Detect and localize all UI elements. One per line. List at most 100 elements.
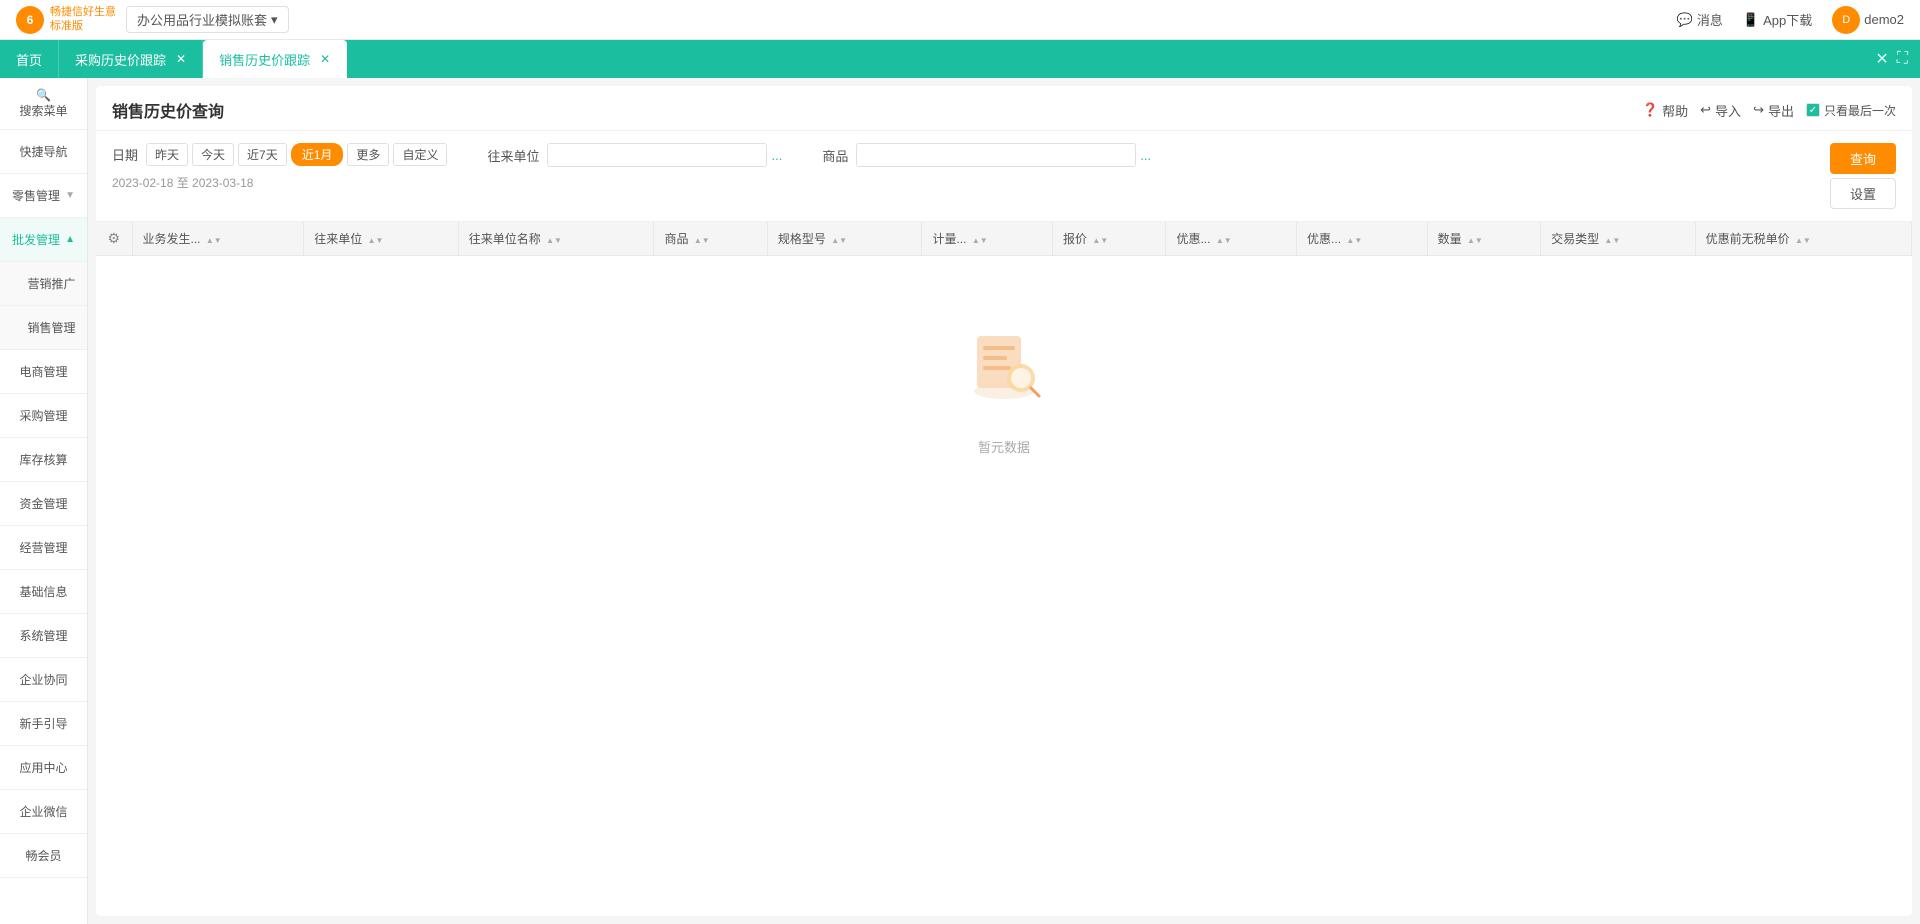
- tab-purchase-close-icon[interactable]: ✕: [176, 52, 186, 66]
- sort-icon: ▲▼: [694, 236, 710, 245]
- col-unit[interactable]: 计量... ▲▼: [922, 222, 1053, 256]
- partner-filter-group: 往来单位 ...: [487, 143, 782, 167]
- page-actions: ❓ 帮助 ↩ 导入 ↪ 导出 只看最后一次: [1642, 101, 1896, 120]
- minimize-icon[interactable]: ✕: [1875, 49, 1888, 69]
- sort-icon: ▲▼: [368, 236, 384, 245]
- message-action[interactable]: 💬 消息: [1677, 10, 1723, 29]
- data-table: ⚙ 业务发生... ▲▼ 往来单位 ▲▼ 往来单位名称: [96, 222, 1912, 256]
- col-goods[interactable]: 商品 ▲▼: [654, 222, 767, 256]
- empty-state: 暂元数据: [96, 256, 1912, 516]
- tab-purchase-history[interactable]: 采购历史价跟踪 ✕: [59, 40, 203, 78]
- col-quoted-price[interactable]: 报价 ▲▼: [1053, 222, 1166, 256]
- workspace-selector[interactable]: 办公用品行业模拟账套 ▾: [126, 6, 289, 33]
- btn-more[interactable]: 更多: [347, 143, 389, 166]
- export-icon: ↪: [1753, 102, 1764, 118]
- user-action[interactable]: D demo2: [1832, 6, 1904, 34]
- setting-button[interactable]: 设置: [1830, 178, 1896, 209]
- sort-icon: ▲▼: [1092, 236, 1108, 245]
- sort-icon: ▲▼: [1346, 236, 1362, 245]
- col-gear[interactable]: ⚙: [96, 222, 132, 256]
- export-button[interactable]: ↪ 导出: [1753, 101, 1794, 120]
- col-discount1[interactable]: 优惠... ▲▼: [1166, 222, 1297, 256]
- app-download-action[interactable]: 📱 App下载: [1743, 10, 1812, 29]
- sort-icon: ▲▼: [1467, 236, 1483, 245]
- sort-icon: ▲▼: [1604, 236, 1620, 245]
- import-icon: ↩: [1700, 102, 1711, 118]
- tab-bar: 首页 采购历史价跟踪 ✕ 销售历史价跟踪 ✕ ✕ ⛶: [0, 40, 1920, 78]
- table-header-row: ⚙ 业务发生... ▲▼ 往来单位 ▲▼ 往来单位名称: [96, 222, 1912, 256]
- chevron-down-icon: ▾: [271, 12, 278, 28]
- sort-icon: ▲▼: [972, 236, 988, 245]
- message-icon: 💬: [1677, 12, 1693, 28]
- col-trade-type[interactable]: 交易类型 ▲▼: [1541, 222, 1696, 256]
- sidebar-item-inventory[interactable]: 库存核算: [0, 438, 87, 482]
- btn-last1month[interactable]: 近1月: [291, 143, 344, 166]
- sidebar-item-sales-mgmt[interactable]: 销售管理: [0, 306, 87, 350]
- btn-last7days[interactable]: 近7天: [238, 143, 287, 166]
- goods-filter-group: 商品 ...: [822, 143, 1151, 167]
- import-button[interactable]: ↩ 导入: [1700, 101, 1741, 120]
- page-container: 销售历史价查询 ❓ 帮助 ↩ 导入 ↪ 导出: [96, 86, 1912, 916]
- header-left: 6 畅捷信好生意 标准版 办公用品行业模拟账套 ▾: [16, 6, 289, 34]
- filter-bar: 日期 昨天 今天 近7天 近1月 更多 自定义 2023-02-18 至 202…: [96, 131, 1912, 222]
- col-partner-code[interactable]: 往来单位 ▲▼: [304, 222, 459, 256]
- sidebar-item-retail[interactable]: 零售管理 ▼: [0, 174, 87, 218]
- goods-lookup-icon[interactable]: ...: [1140, 148, 1151, 163]
- sidebar-item-purchase[interactable]: 采购管理: [0, 394, 87, 438]
- sidebar-item-operations[interactable]: 经营管理: [0, 526, 87, 570]
- tab-spacer: [347, 40, 1875, 78]
- sidebar-item-search-menu[interactable]: 🔍 搜索菜单: [0, 78, 87, 130]
- sidebar-item-enterprise-wechat[interactable]: 企业微信: [0, 790, 87, 834]
- maximize-icon[interactable]: ⛶: [1897, 50, 1908, 68]
- sidebar-item-marketing[interactable]: 营销推广: [0, 262, 87, 306]
- btn-yesterday[interactable]: 昨天: [146, 143, 188, 166]
- col-biz-date[interactable]: 业务发生... ▲▼: [132, 222, 304, 256]
- col-pretax-price[interactable]: 优惠前无税单价 ▲▼: [1695, 222, 1911, 256]
- empty-icon: [959, 316, 1049, 425]
- tab-sales-close-icon[interactable]: ✕: [320, 52, 330, 66]
- query-button[interactable]: 查询: [1830, 143, 1896, 174]
- main-layout: 🔍 搜索菜单 快捷导航 零售管理 ▼ 批发管理 ▲ 营销推广 销售管理 电商管理…: [0, 78, 1920, 924]
- logo-text: 畅捷信好生意 标准版: [50, 6, 116, 32]
- empty-text: 暂元数据: [978, 437, 1030, 456]
- sort-icon: ▲▼: [1795, 236, 1811, 245]
- tab-sales-history[interactable]: 销售历史价跟踪 ✕: [203, 40, 347, 78]
- btn-custom[interactable]: 自定义: [393, 143, 447, 166]
- sidebar-item-enterprise-collab[interactable]: 企业协同: [0, 658, 87, 702]
- goods-input[interactable]: [856, 143, 1136, 167]
- col-spec[interactable]: 规格型号 ▲▼: [767, 222, 922, 256]
- logo-icon: 6: [16, 6, 44, 34]
- sidebar: 🔍 搜索菜单 快捷导航 零售管理 ▼ 批发管理 ▲ 营销推广 销售管理 电商管理…: [0, 78, 88, 924]
- checkbox-icon: [1806, 103, 1820, 117]
- col-discount2[interactable]: 优惠... ▲▼: [1297, 222, 1428, 256]
- content-area: 销售历史价查询 ❓ 帮助 ↩ 导入 ↪ 导出: [88, 78, 1920, 924]
- col-quantity[interactable]: 数量 ▲▼: [1427, 222, 1540, 256]
- date-buttons: 昨天 今天 近7天 近1月 更多 自定义: [146, 143, 447, 166]
- sidebar-item-basic-info[interactable]: 基础信息: [0, 570, 87, 614]
- sidebar-item-finance[interactable]: 资金管理: [0, 482, 87, 526]
- partner-lookup-icon[interactable]: ...: [771, 148, 782, 163]
- sidebar-item-app-center[interactable]: 应用中心: [0, 746, 87, 790]
- col-partner-name[interactable]: 往来单位名称 ▲▼: [458, 222, 654, 256]
- sidebar-item-system[interactable]: 系统管理: [0, 614, 87, 658]
- partner-input[interactable]: [547, 143, 767, 167]
- chevron-up-icon: ▲: [65, 234, 75, 245]
- sidebar-item-quick-nav[interactable]: 快捷导航: [0, 130, 87, 174]
- sidebar-item-new-guide[interactable]: 新手引导: [0, 702, 87, 746]
- date-range-display: 2023-02-18 至 2023-03-18: [112, 174, 447, 191]
- sort-icon: ▲▼: [206, 236, 222, 245]
- search-icon: 🔍: [36, 88, 51, 102]
- sidebar-item-wholesale[interactable]: 批发管理 ▲: [0, 218, 87, 262]
- btn-today[interactable]: 今天: [192, 143, 234, 166]
- chevron-down-icon: ▼: [65, 190, 75, 201]
- table-container: ⚙ 业务发生... ▲▼ 往来单位 ▲▼ 往来单位名称: [96, 222, 1912, 916]
- sidebar-item-member[interactable]: 畅会员: [0, 834, 87, 878]
- gear-icon[interactable]: ⚙: [107, 230, 120, 246]
- tab-home[interactable]: 首页: [0, 40, 59, 78]
- sidebar-item-ecommerce[interactable]: 电商管理: [0, 350, 87, 394]
- sort-icon: ▲▼: [831, 236, 847, 245]
- sort-icon: ▲▼: [546, 236, 562, 245]
- help-button[interactable]: ❓ 帮助: [1642, 101, 1688, 120]
- sort-icon: ▲▼: [1216, 236, 1232, 245]
- only-last-checkbox[interactable]: 只看最后一次: [1806, 102, 1896, 119]
